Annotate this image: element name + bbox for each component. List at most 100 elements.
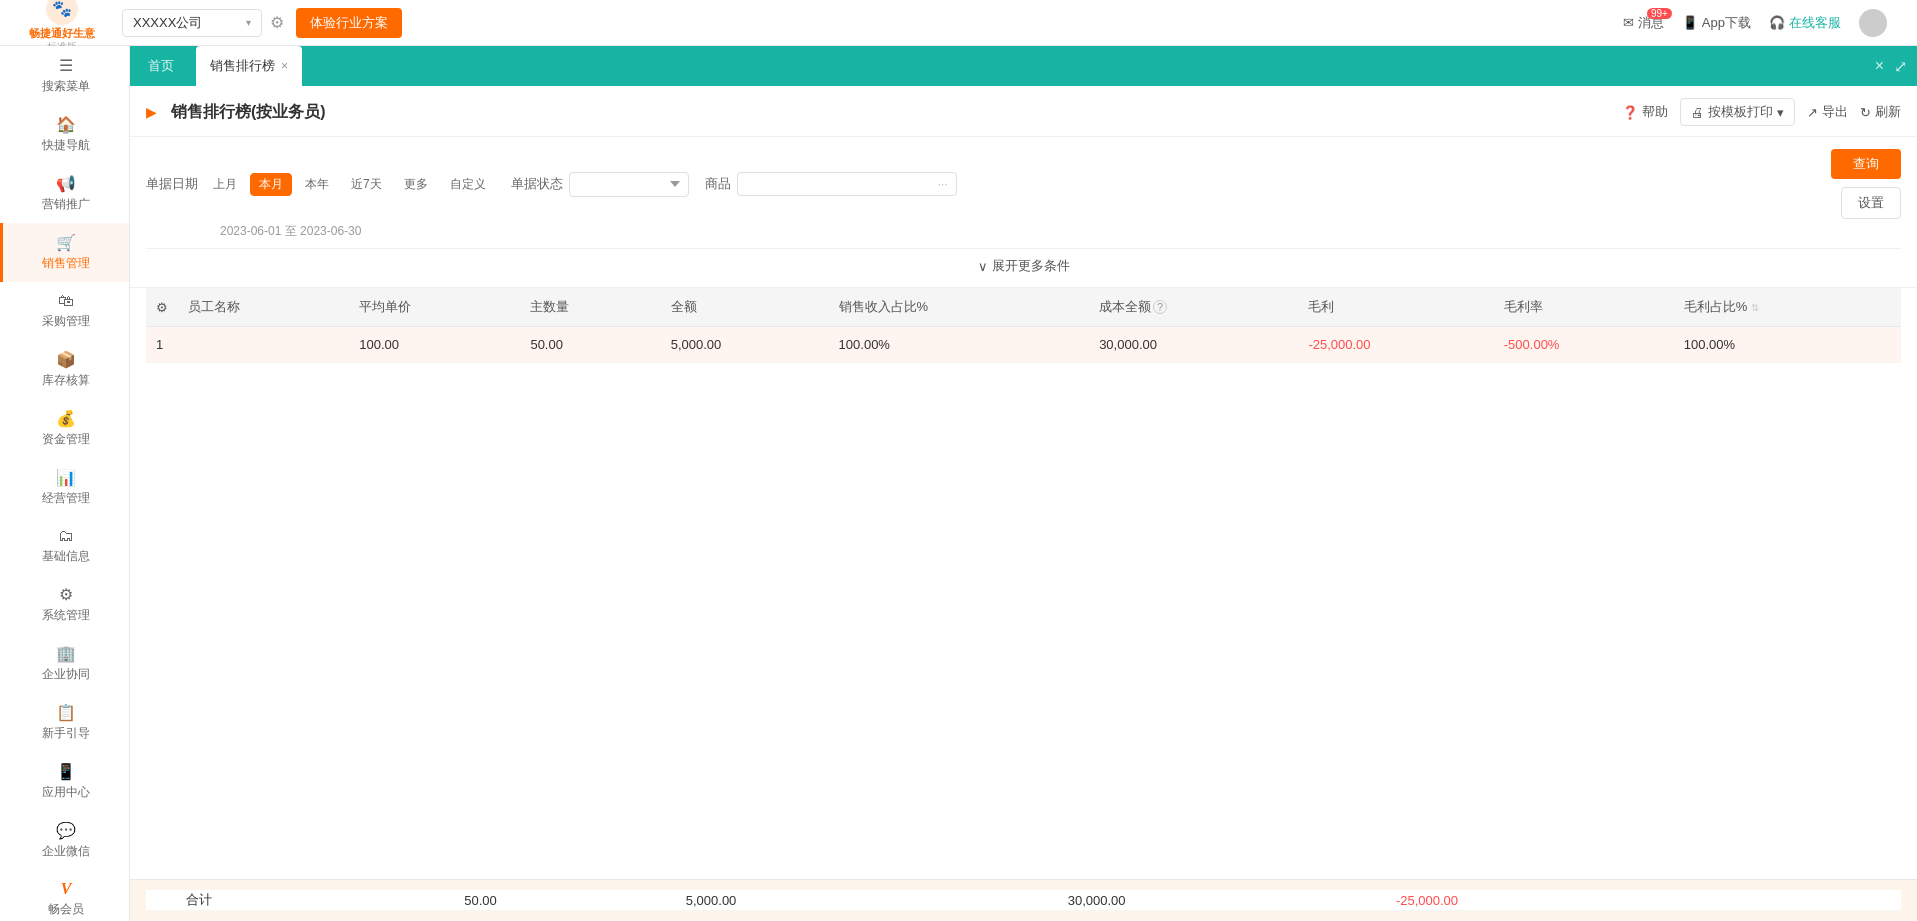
sidebar-item-guide[interactable]: 📋 新手引导 (0, 693, 129, 752)
headset-icon: 🎧 (1769, 15, 1785, 30)
sidebar-item-marketing[interactable]: 📢 营销推广 (0, 164, 129, 223)
basic-icon: 🗂 (58, 527, 74, 545)
page-header: ▶ 销售排行榜(按业务员) ❓ 帮助 🖨 按模板打印 ▾ (130, 86, 1917, 137)
window-expand-icon[interactable]: ⤢ (1894, 57, 1907, 76)
sidebar-item-label: 快捷导航 (42, 137, 90, 154)
th-cost: 成本全额? (1089, 288, 1298, 327)
page-content: ▶ 销售排行榜(按业务员) ❓ 帮助 🖨 按模板打印 ▾ (130, 86, 1917, 921)
message-button[interactable]: ✉ 消息 99+ (1623, 14, 1664, 32)
avatar[interactable] (1859, 9, 1887, 37)
query-set-area: 查询 设置 (1831, 149, 1901, 219)
date-btn-custom[interactable]: 自定义 (441, 173, 495, 196)
page-title: 销售排行榜(按业务员) (171, 102, 1622, 123)
sidebar-item-purchase[interactable]: 🛍 采购管理 (0, 282, 129, 340)
cost-help-icon[interactable]: ? (1153, 300, 1167, 314)
td-avg-price: 100.00 (349, 327, 520, 363)
sidebar-item-search[interactable]: ☰ 搜索菜单 (0, 46, 129, 105)
tab-sales-ranking[interactable]: 销售排行榜 × (196, 46, 302, 86)
trial-button[interactable]: 体验行业方案 (296, 8, 402, 38)
date-label: 单据日期 (146, 175, 198, 193)
sidebar: ☰ 搜索菜单 🏠 快捷导航 📢 营销推广 🛒 销售管理 🛍 采购管理 📦 (0, 46, 130, 921)
header-actions: ❓ 帮助 🖨 按模板打印 ▾ ↗ 导出 (1622, 98, 1901, 126)
expand-more-button[interactable]: ∨ 展开更多条件 (146, 248, 1901, 275)
date-btn-this-year[interactable]: 本年 (296, 173, 338, 196)
table-area: ⚙ 员工名称 平均单价 主数量 全额 销售收入占比% 成本全额? 毛利 毛利率 (130, 288, 1917, 879)
footer-amount: 5,000.00 (676, 890, 974, 911)
query-button[interactable]: 查询 (1831, 149, 1901, 179)
settings-icon[interactable]: ⚙ (270, 13, 284, 32)
date-btn-last-month[interactable]: 上月 (204, 173, 246, 196)
sidebar-item-label: 畅会员 (48, 901, 84, 918)
guide-icon: 📋 (56, 703, 76, 722)
th-settings: ⚙ (146, 288, 178, 327)
status-filter: 单据状态 (511, 172, 689, 197)
th-sales-pct: 销售收入占比% (829, 288, 1090, 327)
export-icon: ↗ (1807, 105, 1818, 120)
phone-icon: 📱 (1682, 15, 1698, 30)
footer-profit-pct (1817, 890, 1901, 911)
sidebar-item-label: 企业协同 (42, 666, 90, 683)
refresh-label: 刷新 (1875, 103, 1901, 121)
sidebar-item-label: 企业微信 (42, 843, 90, 860)
sidebar-item-enterprise[interactable]: 🏢 企业协同 (0, 634, 129, 693)
window-close-icon[interactable]: × (1875, 57, 1884, 75)
app-download-button[interactable]: 📱 App下载 (1682, 14, 1751, 32)
date-range-buttons: 上月 本月 本年 近7天 更多 自定义 (204, 173, 495, 196)
svg-text:🐾: 🐾 (52, 0, 72, 18)
app-download-label: App下载 (1702, 14, 1751, 32)
home-icon: 🏠 (56, 115, 76, 134)
status-select[interactable] (569, 172, 689, 197)
tab-close-icon[interactable]: × (281, 59, 288, 73)
company-name: XXXXX公司 (133, 14, 240, 32)
data-table: ⚙ 员工名称 平均单价 主数量 全额 销售收入占比% 成本全额? 毛利 毛利率 (146, 288, 1901, 363)
expand-label: 展开更多条件 (992, 257, 1070, 275)
refresh-button[interactable]: ↻ 刷新 (1860, 103, 1901, 121)
sidebar-item-label: 新手引导 (42, 725, 90, 742)
sidebar-item-appstore[interactable]: 📱 应用中心 (0, 752, 129, 811)
sidebar-item-label: 搜索菜单 (42, 78, 90, 95)
date-btn-7days[interactable]: 近7天 (342, 173, 391, 196)
sidebar-item-inventory[interactable]: 📦 库存核算 (0, 340, 129, 399)
export-button[interactable]: ↗ 导出 (1807, 103, 1848, 121)
date-btn-this-month[interactable]: 本月 (250, 173, 292, 196)
sidebar-item-label: 经营管理 (42, 490, 90, 507)
sidebar-item-basic[interactable]: 🗂 基础信息 (0, 517, 129, 575)
online-service-button[interactable]: 🎧 在线客服 (1769, 14, 1841, 32)
help-button[interactable]: ❓ 帮助 (1622, 103, 1668, 121)
print-button[interactable]: 🖨 按模板打印 ▾ (1680, 98, 1795, 126)
date-btn-more[interactable]: 更多 (395, 173, 437, 196)
td-profit-pct: 100.00% (1674, 327, 1901, 363)
footer-row: 合计 50.00 5,000.00 30,000.00 -25,000.00 (146, 890, 1901, 911)
filter-toggle-icon[interactable]: ▶ (146, 104, 157, 120)
sort-icon[interactable]: ⇅ (1751, 302, 1759, 313)
expand-icon: ∨ (978, 259, 988, 274)
sidebar-item-operations[interactable]: 📊 经营管理 (0, 458, 129, 517)
footer-profit: -25,000.00 (1386, 890, 1732, 911)
finance-icon: 💰 (56, 409, 76, 428)
goods-input[interactable]: ··· (737, 172, 957, 196)
sidebar-item-finance[interactable]: 💰 资金管理 (0, 399, 129, 458)
table-footer: 合计 50.00 5,000.00 30,000.00 -25,000.00 (130, 879, 1917, 921)
sidebar-item-member[interactable]: V 畅会员 (0, 870, 129, 921)
chevron-down-icon: ▾ (246, 17, 251, 28)
settings-button[interactable]: 设置 (1841, 187, 1901, 219)
sidebar-item-label: 基础信息 (42, 548, 90, 565)
print-icon: 🖨 (1691, 105, 1704, 120)
date-filter: 单据日期 上月 本月 本年 近7天 更多 自定义 (146, 173, 495, 196)
sidebar-item-shortcut[interactable]: 🏠 快捷导航 (0, 105, 129, 164)
help-icon: ❓ (1622, 105, 1638, 120)
member-icon: V (61, 880, 72, 898)
system-icon: ⚙ (59, 585, 73, 604)
online-service-label: 在线客服 (1789, 14, 1841, 32)
footer-empty-settings (146, 890, 176, 911)
sidebar-item-wechat[interactable]: 💬 企业微信 (0, 811, 129, 870)
footer-cost: 30,000.00 (1058, 890, 1386, 911)
sidebar-item-sales[interactable]: 🛒 销售管理 (0, 223, 129, 282)
print-chevron-icon: ▾ (1777, 105, 1784, 120)
tab-home[interactable]: 首页 (130, 46, 192, 86)
sidebar-item-system[interactable]: ⚙ 系统管理 (0, 575, 129, 634)
footer-label: 合计 (176, 890, 370, 911)
company-selector[interactable]: XXXXX公司 ▾ (122, 9, 262, 37)
td-profit: -25,000.00 (1298, 327, 1493, 363)
purchase-icon: 🛍 (58, 292, 74, 310)
